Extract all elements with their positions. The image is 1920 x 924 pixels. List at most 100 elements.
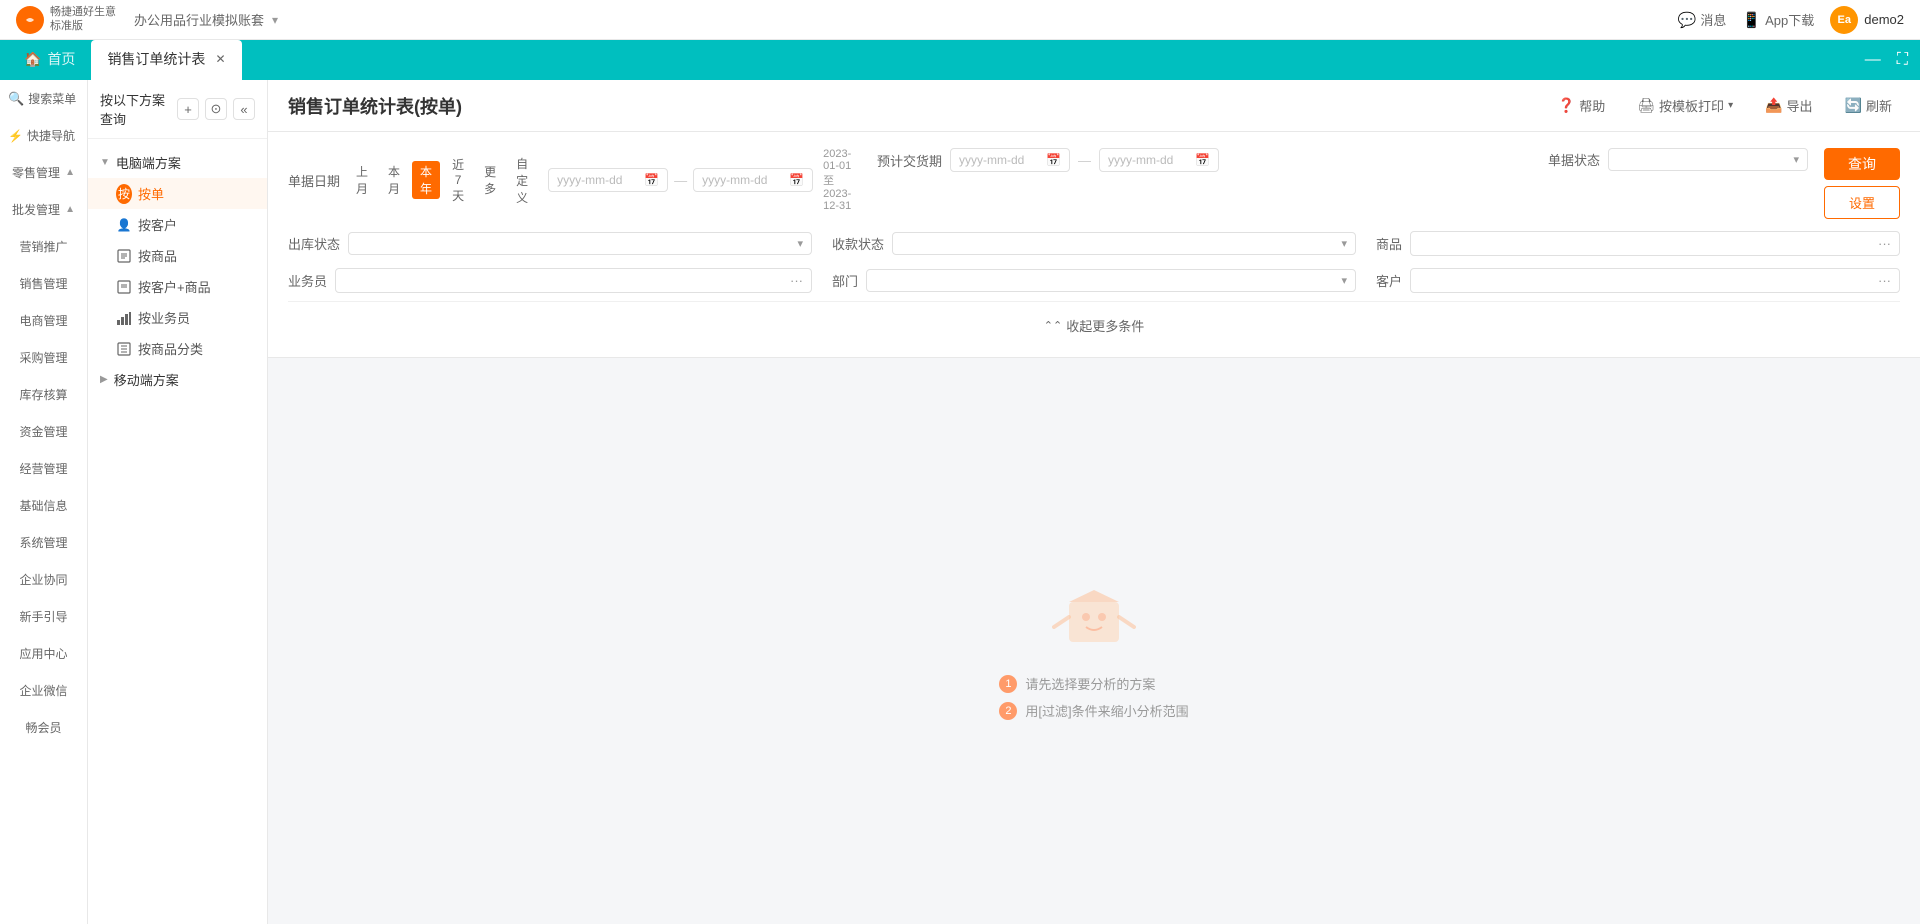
quick-nav-icon: ⚡ <box>8 129 23 143</box>
user-profile[interactable]: Ea demo2 <box>1830 6 1904 34</box>
page-header: 销售订单统计表(按单) ❓ 帮助 🖨 按模板打印 ▾ 📤 导出 🔄 刷新 <box>268 80 1920 132</box>
date-end-input[interactable]: yyyy-mm-dd 📅 <box>693 168 813 192</box>
page-actions: ❓ 帮助 🖨 按模板打印 ▾ 📤 导出 🔄 刷新 <box>1550 92 1900 131</box>
goods-input[interactable]: ··· <box>1410 231 1900 256</box>
tree-parent-mobile[interactable]: ▶ 移动端方案 <box>88 364 267 395</box>
tree-child-by-goods-category[interactable]: 按商品分类 <box>88 333 267 364</box>
bill-status-select-arrow: ▾ <box>1793 153 1799 166</box>
sidebar-item-ecommerce[interactable]: 电商管理 <box>0 302 87 339</box>
search-icon: 🔍 <box>8 91 24 107</box>
tree-child-by-customer-goods[interactable]: 按客户+商品 <box>88 271 267 302</box>
sidebar-item-enterprise-wechat[interactable]: 企业微信 <box>0 672 87 709</box>
sidebar-item-finance[interactable]: 资金管理 <box>0 413 87 450</box>
salesperson-dots[interactable]: ··· <box>790 273 803 288</box>
refresh-icon: 🔄 <box>1845 97 1862 114</box>
logo-text: 畅捷通好生意 标准版 <box>50 6 116 32</box>
query-btn[interactable]: 查询 <box>1824 148 1900 180</box>
goods-dots[interactable]: ··· <box>1878 236 1891 251</box>
date-btn-7days[interactable]: 近7天 <box>444 154 472 206</box>
sidebar-item-wholesale[interactable]: 批发管理 ▲ <box>0 191 87 228</box>
tree-child-by-customer[interactable]: 👤 按客户 <box>88 209 267 240</box>
tree-child-by-salesperson[interactable]: 按业务员 <box>88 302 267 333</box>
refresh-btn[interactable]: 🔄 刷新 <box>1837 92 1900 119</box>
delivery-status-label: 出库状态 <box>288 234 340 253</box>
message-btn[interactable]: 💬 消息 <box>1678 10 1727 29</box>
date-range-separator: — <box>674 173 687 188</box>
help-btn[interactable]: ❓ 帮助 <box>1550 92 1613 119</box>
delivery-status-select[interactable]: ▾ <box>348 232 812 255</box>
payment-status-arrow: ▾ <box>1341 237 1347 250</box>
date-btn-this-year[interactable]: 本年 <box>412 161 440 199</box>
sidebar-quick-nav[interactable]: ⚡ 快捷导航 <box>0 117 87 154</box>
calendar-end-icon: 📅 <box>789 173 804 187</box>
app-download-icon: 📱 <box>1742 11 1761 29</box>
department-select[interactable]: ▾ <box>866 269 1356 292</box>
sidebar-item-member[interactable]: 畅会员 <box>0 709 87 746</box>
sidebar-item-sales[interactable]: 销售管理 <box>0 265 87 302</box>
logo-icon <box>16 6 44 34</box>
tab-maximize-icon[interactable]: ⛶ <box>1893 47 1912 73</box>
bill-status-select[interactable]: ▾ <box>1608 148 1808 171</box>
left-panel-title: 按以下方案查询 <box>100 90 171 128</box>
settings-scheme-btn[interactable]: ⊙ <box>205 98 227 120</box>
user-name: demo2 <box>1864 12 1904 27</box>
payment-status-select[interactable]: ▾ <box>892 232 1356 255</box>
sidebar-item-enterprise[interactable]: 企业协同 <box>0 561 87 598</box>
collapse-panel-btn[interactable]: « <box>233 98 255 120</box>
sidebar-item-app-center[interactable]: 应用中心 <box>0 635 87 672</box>
tree-child-by-order[interactable]: 按 按单 <box>88 178 267 209</box>
sidebar-search[interactable]: 🔍 搜索菜单 <box>0 80 87 117</box>
tree-section: ▼ 电脑端方案 按 按单 👤 按客户 按商品 <box>88 139 267 403</box>
by-customer-goods-icon <box>116 279 132 295</box>
avatar: Ea <box>1830 6 1858 34</box>
date-btn-prev-month[interactable]: 上月 <box>348 161 376 199</box>
delivery-status-arrow: ▾ <box>797 237 803 250</box>
date-btn-this-month[interactable]: 本月 <box>380 161 408 199</box>
left-panel-header: 按以下方案查询 + ⊙ « <box>88 80 267 139</box>
add-scheme-btn[interactable]: + <box>177 98 199 120</box>
sidebar-item-retail[interactable]: 零售管理 ▲ <box>0 154 87 191</box>
breadcrumb-arrow[interactable]: ▾ <box>272 13 278 27</box>
app-download-btn[interactable]: 📱 App下载 <box>1742 10 1814 29</box>
tree-parent-desktop[interactable]: ▼ 电脑端方案 <box>88 147 267 178</box>
home-icon: 🏠 <box>24 51 41 68</box>
tab-home[interactable]: 🏠 首页 <box>8 40 91 80</box>
customer-dots[interactable]: ··· <box>1878 273 1891 288</box>
collapse-conditions-btn[interactable]: ⌃⌃ 收起更多条件 <box>1032 310 1156 341</box>
date-btn-more[interactable]: 更多 <box>476 161 504 199</box>
sidebar-item-marketing[interactable]: 营销推广 <box>0 228 87 265</box>
settings-btn[interactable]: 设置 <box>1824 186 1900 219</box>
empty-tip-1: 1 请先选择要分析的方案 <box>999 674 1188 693</box>
message-icon: 💬 <box>1678 11 1697 29</box>
sidebar-item-basic[interactable]: 基础信息 <box>0 487 87 524</box>
expected-delivery-end[interactable]: yyyy-mm-dd 📅 <box>1099 148 1219 172</box>
tab-minimize-icon[interactable]: — <box>1861 47 1885 73</box>
sidebar-item-newbie[interactable]: 新手引导 <box>0 598 87 635</box>
filter-section: 单据日期 上月 本月 本年 近7天 更多 自定义 yyyy-mm-dd 📅 <box>268 132 1920 358</box>
date-start-input[interactable]: yyyy-mm-dd 📅 <box>548 168 668 192</box>
export-btn[interactable]: 📤 导出 <box>1757 92 1820 119</box>
expected-delivery-start[interactable]: yyyy-mm-dd 📅 <box>950 148 1070 172</box>
sidebar-item-system[interactable]: 系统管理 <box>0 524 87 561</box>
sidebar-item-inventory[interactable]: 库存核算 <box>0 376 87 413</box>
sidebar-item-purchase[interactable]: 采购管理 <box>0 339 87 376</box>
customer-input[interactable]: ··· <box>1410 268 1900 293</box>
by-order-icon: 按 <box>116 186 132 202</box>
sidebar-item-operation[interactable]: 经营管理 <box>0 450 87 487</box>
content-area: 销售订单统计表(按单) ❓ 帮助 🖨 按模板打印 ▾ 📤 导出 🔄 刷新 <box>268 80 1920 924</box>
tab-sales-order-stats[interactable]: 销售订单统计表 ✕ <box>91 40 241 80</box>
by-customer-icon: 👤 <box>116 217 132 233</box>
tree-child-by-goods[interactable]: 按商品 <box>88 240 267 271</box>
date-label: 单据日期 <box>288 171 340 190</box>
by-goods-category-icon <box>116 341 132 357</box>
tab-close-icon[interactable]: ✕ <box>215 52 225 66</box>
print-btn[interactable]: 🖨 按模板打印 ▾ <box>1629 92 1741 119</box>
collapse-icon: ⌃⌃ <box>1044 319 1062 332</box>
goods-label: 商品 <box>1376 234 1402 253</box>
expected-delivery-label: 预计交货期 <box>877 151 942 170</box>
date-btn-custom[interactable]: 自定义 <box>508 153 536 208</box>
print-icon: 🖨 <box>1637 97 1655 114</box>
salesperson-input[interactable]: ··· <box>335 268 812 293</box>
breadcrumb-text: 办公用品行业模拟账套 <box>134 10 264 29</box>
department-label: 部门 <box>832 271 858 290</box>
